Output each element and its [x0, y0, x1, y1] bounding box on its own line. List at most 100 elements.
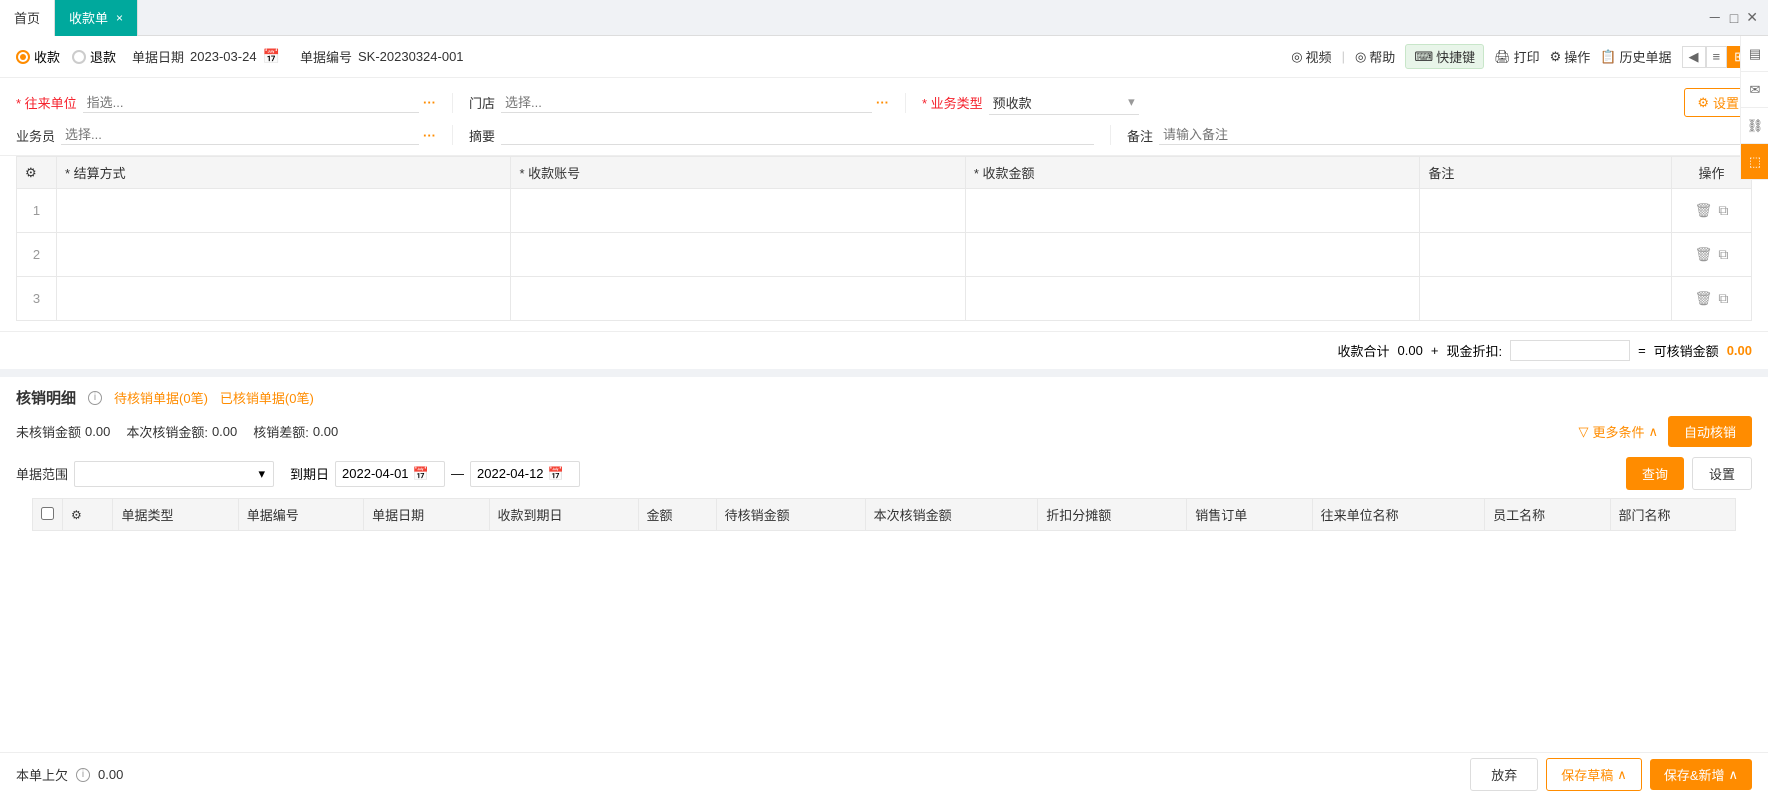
auto-verify-btn[interactable]: 自动核销: [1668, 416, 1752, 447]
date-label: 到期日: [290, 464, 329, 483]
amount-th: * 收款金额: [965, 157, 1419, 189]
save-new-label: 保存&新增: [1664, 765, 1725, 784]
partner-field: * 往来单位 ···: [16, 93, 436, 113]
partner-more-btn[interactable]: ···: [423, 95, 436, 110]
row-account-3[interactable]: [511, 277, 965, 321]
history-btn[interactable]: 📋 历史单据: [1600, 47, 1671, 66]
copy-row-1-btn[interactable]: ⧉: [1718, 202, 1728, 219]
history-label: 历史单据: [1619, 47, 1671, 66]
help-btn[interactable]: ◎ 帮助: [1355, 47, 1395, 66]
select-all-checkbox[interactable]: [41, 507, 54, 520]
row-settlement-1[interactable]: [57, 189, 511, 233]
done-tab[interactable]: 已核销单据(0笔): [220, 388, 314, 407]
date-calendar-icon[interactable]: 📅: [263, 48, 280, 65]
right-panel-table-btn[interactable]: ▤: [1741, 36, 1768, 72]
row-settlement-2[interactable]: [57, 233, 511, 277]
receipt-table-section: ⚙ * 结算方式 * 收款账号 * 收款金额 备注 操作 1: [0, 156, 1768, 331]
delete-row-3-btn[interactable]: 🗑: [1695, 290, 1713, 307]
row-remark-1[interactable]: [1420, 189, 1672, 233]
verify-stats: 未核销金额 0.00 本次核销金额: 0.00 核销差额: 0.00 ▽ 更多条…: [16, 416, 1752, 447]
radio-refund[interactable]: 退款: [72, 47, 116, 66]
pending-label: 待核销单据(0笔): [114, 391, 208, 406]
th-dept: 部门名称: [1610, 499, 1735, 531]
discard-btn[interactable]: 放弃: [1470, 758, 1538, 791]
gear-th[interactable]: ⚙: [17, 157, 57, 189]
staff-more-btn[interactable]: ···: [423, 128, 436, 143]
right-panel: ▤ ✉ ⛓ ⬚: [1740, 36, 1768, 180]
radio-receipt-circle: [16, 50, 30, 64]
partner-input[interactable]: [83, 93, 419, 113]
store-more-btn[interactable]: ···: [876, 95, 889, 110]
discount-label: 现金折扣:: [1446, 341, 1502, 360]
tab-home[interactable]: 首页: [0, 0, 55, 36]
account-th: * 收款账号: [511, 157, 965, 189]
maximize-icon[interactable]: □: [1730, 10, 1738, 26]
th-gear[interactable]: ⚙: [63, 499, 113, 531]
verify-settings-btn[interactable]: 设置: [1692, 457, 1752, 490]
more-conditions-btn[interactable]: ▽ 更多条件 ∧: [1578, 422, 1658, 441]
business-label: * 业务类型: [922, 93, 983, 112]
store-label: 门店: [469, 93, 495, 112]
summary-field: 摘要: [469, 125, 1094, 145]
tab-receipt[interactable]: 收款单 ×: [55, 0, 138, 36]
row-amount-1[interactable]: [965, 189, 1419, 233]
expand-prev-btn[interactable]: ◀: [1682, 46, 1706, 68]
receipt-type-radio: 收款 退款: [16, 47, 116, 66]
summary-input[interactable]: [501, 125, 1094, 145]
equals-sign: =: [1638, 343, 1646, 358]
row-remark-3[interactable]: [1420, 277, 1672, 321]
minimize-icon[interactable]: －: [1708, 8, 1722, 28]
business-type-arrow: ▾: [1128, 94, 1135, 110]
unverified-value: 0.00: [85, 424, 110, 439]
range-select[interactable]: ▾: [74, 461, 274, 487]
copy-row-3-btn[interactable]: ⧉: [1718, 290, 1728, 307]
table-footer: 收款合计 0.00 + 现金折扣: = 可核销金额 0.00: [0, 331, 1768, 369]
staff-input[interactable]: [61, 125, 419, 145]
row-amount-3[interactable]: [965, 277, 1419, 321]
range-filter: 单据范围 ▾: [16, 461, 274, 487]
row-amount-2[interactable]: [965, 233, 1419, 277]
video-btn[interactable]: ◎ 视频: [1291, 47, 1331, 66]
tab-close-icon[interactable]: ×: [116, 11, 123, 25]
discount-input[interactable]: [1510, 340, 1630, 361]
verify-info-icon[interactable]: i: [88, 391, 102, 405]
date-to-input[interactable]: 2022-04-12 📅: [470, 461, 580, 487]
close-window-icon[interactable]: ✕: [1746, 9, 1758, 26]
row-account-1[interactable]: [511, 189, 965, 233]
save-draft-arrow: ∧: [1617, 767, 1627, 783]
copy-row-2-btn[interactable]: ⧉: [1718, 246, 1728, 263]
date-range-filter: 到期日 2022-04-01 📅 — 2022-04-12 📅: [290, 461, 580, 487]
delete-row-2-btn[interactable]: 🗑: [1695, 246, 1713, 263]
business-type-select[interactable]: 预收款 ▾: [989, 91, 1139, 115]
checkbox-th: [33, 499, 63, 531]
save-new-btn[interactable]: 保存&新增 ∧: [1650, 759, 1752, 790]
bottom-table-section: ⚙ 单据类型 单据编号 单据日期 收款到期日 金额 待核销金额 本次核销金额 折…: [16, 498, 1752, 531]
row-remark-2[interactable]: [1420, 233, 1672, 277]
right-panel-msg-btn[interactable]: ✉: [1741, 72, 1768, 108]
settings-label: 设置: [1713, 93, 1739, 112]
right-panel-link-btn[interactable]: ⛓: [1741, 108, 1768, 144]
number-label: 单据编号: [300, 47, 352, 66]
row-settlement-3[interactable]: [57, 277, 511, 321]
radio-receipt[interactable]: 收款: [16, 47, 60, 66]
shortcut-btn[interactable]: ⌨ 快捷键: [1405, 44, 1484, 69]
operation-btn[interactable]: ⚙ 操作: [1550, 47, 1591, 66]
plus-sign: +: [1431, 343, 1439, 358]
footer-left: 本单上欠 i 0.00: [16, 765, 123, 784]
remark-input[interactable]: [1159, 125, 1752, 145]
right-panel-expand-btn[interactable]: ⬚: [1741, 144, 1768, 180]
prev-label: 本单上欠: [16, 765, 68, 784]
store-input[interactable]: [501, 93, 872, 113]
date-from-value: 2022-04-01: [342, 466, 409, 481]
print-btn[interactable]: 🖨 打印: [1494, 47, 1540, 66]
save-draft-btn[interactable]: 保存草稿 ∧: [1546, 758, 1642, 791]
video-icon: ◎: [1291, 49, 1302, 65]
pending-tab[interactable]: 待核销单据(0笔): [114, 388, 208, 407]
delete-row-1-btn[interactable]: 🗑: [1695, 202, 1713, 219]
info-icon-footer[interactable]: i: [76, 768, 90, 782]
date-from-input[interactable]: 2022-04-01 📅: [335, 461, 445, 487]
row-account-2[interactable]: [511, 233, 965, 277]
save-draft-label: 保存草稿: [1561, 765, 1613, 784]
list-view-btn[interactable]: ≡: [1706, 46, 1728, 68]
query-btn[interactable]: 查询: [1626, 457, 1684, 490]
